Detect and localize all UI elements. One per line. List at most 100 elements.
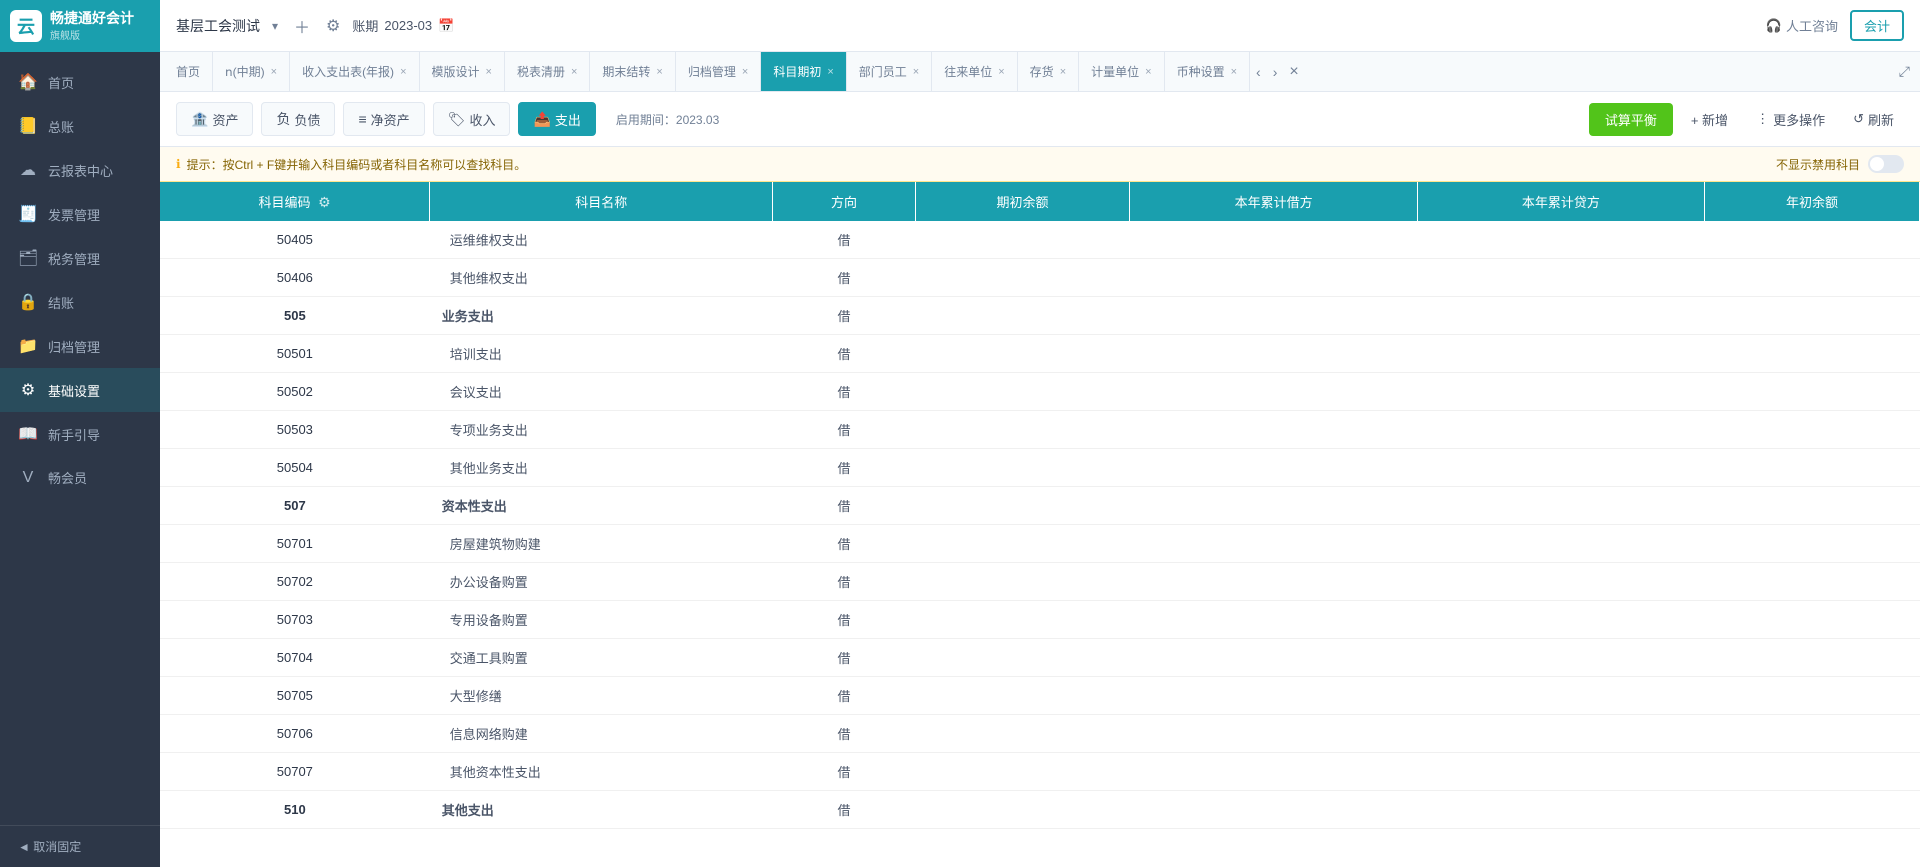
cell-debit-ytd <box>1130 373 1417 411</box>
table-header: 科目编码 ⚙ 科目名称 方向 期初余额 本年累计借方 本年累计贷方 年初余额 <box>160 182 1920 221</box>
more-button[interactable]: ⋮ 更多操作 <box>1746 104 1835 135</box>
nav-label-home: 首页 <box>48 73 74 92</box>
cell-name: 其他业务支出 <box>430 449 773 487</box>
cell-year-opening <box>1705 753 1920 791</box>
cell-credit-ytd <box>1417 601 1704 639</box>
table-row: 50503 专项业务支出 借 <box>160 411 1920 449</box>
project-dropdown-icon[interactable]: ▾ <box>272 19 278 33</box>
tab-prev-button[interactable]: ‹ <box>1250 64 1267 80</box>
settings-icon[interactable]: ⚙ <box>326 16 340 36</box>
tab-close-icon[interactable]: × <box>913 66 919 78</box>
nav-icon-tax: 🗂 <box>18 248 38 268</box>
cell-name: 资本性支出 <box>430 487 773 525</box>
add-tab-button[interactable]: ＋ <box>290 10 314 42</box>
nav-label-member: 畅会员 <box>48 468 87 487</box>
cell-debit-ytd <box>1130 639 1417 677</box>
subnav: 🏦资产负负债≡净资产🏷收入📤支出 启用期间：2023.03 试算平衡 + 新增 … <box>160 92 1920 147</box>
cell-dir: 借 <box>773 791 915 829</box>
cell-credit-ytd <box>1417 487 1704 525</box>
cell-code: 507 <box>160 487 430 525</box>
tab-undefined[interactable]: 存货× <box>1018 52 1079 91</box>
cell-dir: 借 <box>773 221 915 259</box>
tab-undefined[interactable]: 往来单位× <box>932 52 1017 91</box>
subnav-expenses[interactable]: 📤支出 <box>518 102 595 136</box>
tab-close-icon[interactable]: × <box>827 66 833 78</box>
subnav-net_assets[interactable]: ≡净资产 <box>343 102 424 136</box>
tab-undefined[interactable]: 模版设计× <box>420 52 505 91</box>
sidebar-nav: 🏠首页📒总账☁云报表中心🧾发票管理 🗂 税务管理 🔒结账 📁 归档管理 ⚙基础设置📖新手引导… <box>0 52 160 825</box>
sidebar-footer[interactable]: ◄ 取消固定 <box>0 825 160 867</box>
tab-undefined[interactable]: 期末结转× <box>590 52 675 91</box>
toggle-switch[interactable] <box>1868 155 1904 173</box>
account-button[interactable]: 会计 <box>1850 10 1904 41</box>
cell-credit-ytd <box>1417 563 1704 601</box>
tab-undefined[interactable]: 𝗇(中期)× <box>213 52 290 91</box>
cell-name: 培训支出 <box>430 335 773 373</box>
sidebar-item-settings[interactable]: ⚙基础设置 <box>0 368 160 412</box>
nav-icon-archive: 📁 <box>18 336 38 356</box>
subnav-income[interactable]: 🏷收入 <box>433 102 511 136</box>
subnav-icon-assets: 🏦 <box>191 111 208 128</box>
tab-undefined[interactable]: 归档管理× <box>676 52 761 91</box>
tab-close-icon[interactable]: × <box>271 66 277 78</box>
project-name: 基层工会测试 <box>176 16 260 36</box>
subnav-liabilities[interactable]: 负负债 <box>261 102 335 136</box>
refresh-button[interactable]: ↺ 刷新 <box>1843 104 1904 135</box>
nav-label-archive: 归档管理 <box>48 337 100 356</box>
tab-undefined[interactable]: 科目期初 × <box>761 52 846 91</box>
sidebar-item-ledger[interactable]: 📒总账 <box>0 104 160 148</box>
tab-undefined[interactable]: 首页 <box>164 52 213 91</box>
tab-close-icon[interactable]: × <box>1231 66 1237 78</box>
sidebar-item-home[interactable]: 🏠首页 <box>0 60 160 104</box>
tab-close-icon[interactable]: × <box>571 66 577 78</box>
nav-label-guide: 新手引导 <box>48 425 100 444</box>
sidebar-item-archive[interactable]: 📁 归档管理 <box>0 324 160 368</box>
cell-code: 50707 <box>160 753 430 791</box>
sidebar-item-tax[interactable]: 🗂 税务管理 <box>0 236 160 280</box>
cell-name: 会议支出 <box>430 373 773 411</box>
col-settings-icon[interactable]: ⚙ <box>318 194 331 210</box>
tab-close-icon[interactable]: × <box>742 66 748 78</box>
sidebar-item-closing[interactable]: 🔒结账 <box>0 280 160 324</box>
support-button[interactable]: 🎧 人工咨询 <box>1766 16 1838 35</box>
cell-name: 房屋建筑物购建 <box>430 525 773 563</box>
cell-opening <box>915 525 1130 563</box>
tab-undefined[interactable]: 币种设置× <box>1165 52 1250 91</box>
tab-close-all-button[interactable]: × <box>1283 63 1304 81</box>
tab-undefined[interactable]: 计量单位× <box>1079 52 1164 91</box>
tab-close-icon[interactable]: × <box>486 66 492 78</box>
tab-undefined[interactable]: 税表清册× <box>505 52 590 91</box>
tab-close-icon[interactable]: × <box>998 66 1004 78</box>
add-button[interactable]: + 新增 <box>1681 104 1738 135</box>
topbar: 基层工会测试 ▾ ＋ ⚙ 账期 2023-03 📅 🎧 人工咨询 会计 <box>160 0 1920 52</box>
table-row: 50706 信息网络购建 借 <box>160 715 1920 753</box>
sidebar-item-invoice[interactable]: 🧾发票管理 <box>0 192 160 236</box>
tab-undefined[interactable]: 部门员工× <box>847 52 932 91</box>
cell-code: 50704 <box>160 639 430 677</box>
sidebar-item-member[interactable]: V畅会员 <box>0 456 160 499</box>
tab-close-icon[interactable]: × <box>1145 66 1151 78</box>
cell-name: 其他支出 <box>430 791 773 829</box>
cell-name: 信息网络购建 <box>430 715 773 753</box>
cell-year-opening <box>1705 715 1920 753</box>
subnav-assets[interactable]: 🏦资产 <box>176 102 253 136</box>
cell-dir: 借 <box>773 753 915 791</box>
sidebar-item-reports[interactable]: ☁云报表中心 <box>0 148 160 192</box>
cell-year-opening <box>1705 791 1920 829</box>
cell-debit-ytd <box>1130 791 1417 829</box>
tab-close-icon[interactable]: × <box>400 66 406 78</box>
tab-close-icon[interactable]: × <box>656 66 662 78</box>
balance-button[interactable]: 试算平衡 <box>1589 103 1673 136</box>
nav-label-tax: 税务管理 <box>48 249 100 268</box>
tab-close-icon[interactable]: × <box>1060 66 1066 78</box>
tab-label: 科目期初 <box>773 63 821 80</box>
tab-undefined[interactable]: 收入支出表(年报)× <box>290 52 419 91</box>
calendar-icon[interactable]: 📅 <box>438 18 454 34</box>
sidebar-item-guide[interactable]: 📖新手引导 <box>0 412 160 456</box>
tab-expand-button[interactable]: ⤢ <box>1893 63 1916 80</box>
cell-credit-ytd <box>1417 411 1704 449</box>
tab-next-button[interactable]: › <box>1267 64 1284 80</box>
table-row: 507 资本性支出 借 <box>160 487 1920 525</box>
cell-opening <box>915 677 1130 715</box>
cell-credit-ytd <box>1417 221 1704 259</box>
